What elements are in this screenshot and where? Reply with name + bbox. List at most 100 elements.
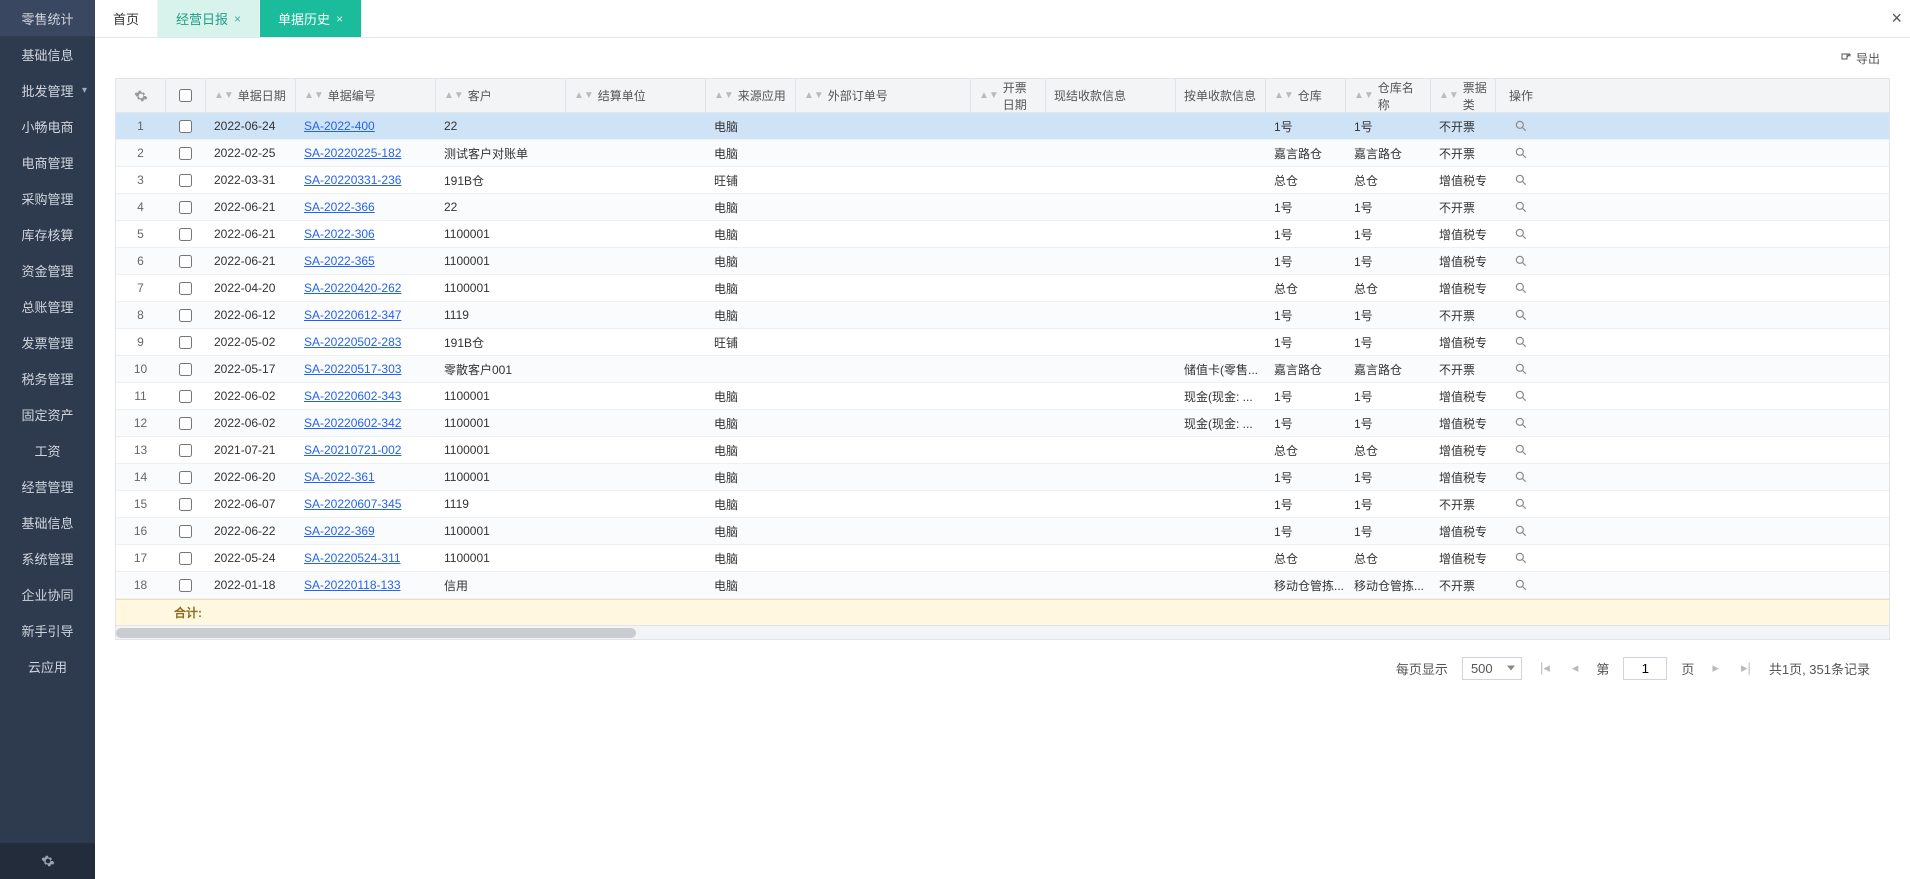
col-bill-info[interactable]: 按单收款信息	[1176, 79, 1266, 112]
sidebar-item-6[interactable]: 库存核算	[0, 216, 95, 252]
table-row[interactable]: 132021-07-21SA-20210721-0021100001电脑总仓总仓…	[116, 437, 1889, 464]
column-settings[interactable]	[116, 79, 166, 112]
search-icon[interactable]	[1514, 443, 1528, 457]
search-icon[interactable]	[1514, 497, 1528, 511]
sidebar-item-3[interactable]: 小畅电商	[0, 108, 95, 144]
table-row[interactable]: 12022-06-24SA-2022-40022电脑1号1号不开票	[116, 113, 1889, 140]
col-unit[interactable]: ▲▼结算单位	[566, 79, 706, 112]
search-icon[interactable]	[1514, 146, 1528, 160]
row-checkbox[interactable]	[179, 228, 192, 241]
search-icon[interactable]	[1514, 335, 1528, 349]
row-checkbox[interactable]	[179, 579, 192, 592]
doc-link[interactable]: SA-20220607-345	[304, 497, 401, 511]
sidebar-item-17[interactable]: 新手引导	[0, 612, 95, 648]
row-checkbox[interactable]	[179, 552, 192, 565]
table-row[interactable]: 32022-03-31SA-20220331-236191B仓旺铺总仓总仓增值税…	[116, 167, 1889, 194]
search-icon[interactable]	[1514, 119, 1528, 133]
sidebar-item-10[interactable]: 税务管理	[0, 360, 95, 396]
search-icon[interactable]	[1514, 362, 1528, 376]
tab-doc-history[interactable]: 单据历史×	[260, 0, 362, 37]
row-checkbox[interactable]	[179, 525, 192, 538]
row-checkbox[interactable]	[179, 147, 192, 160]
table-row[interactable]: 122022-06-02SA-20220602-3421100001电脑现金(现…	[116, 410, 1889, 437]
tab-home[interactable]: 首页	[95, 0, 158, 37]
table-row[interactable]: 82022-06-12SA-20220612-3471119电脑1号1号不开票	[116, 302, 1889, 329]
sidebar-item-12[interactable]: 工资	[0, 432, 95, 468]
search-icon[interactable]	[1514, 281, 1528, 295]
row-checkbox[interactable]	[179, 201, 192, 214]
doc-link[interactable]: SA-2022-400	[304, 119, 375, 133]
doc-link[interactable]: SA-20220602-342	[304, 416, 401, 430]
doc-link[interactable]: SA-2022-365	[304, 254, 375, 268]
sidebar-item-11[interactable]: 固定资产	[0, 396, 95, 432]
doc-link[interactable]: SA-2022-306	[304, 227, 375, 241]
table-row[interactable]: 142022-06-20SA-2022-3611100001电脑1号1号增值税专	[116, 464, 1889, 491]
search-icon[interactable]	[1514, 254, 1528, 268]
col-no[interactable]: ▲▼单据编号	[296, 79, 436, 112]
col-date[interactable]: ▲▼单据日期	[206, 79, 296, 112]
sidebar-item-7[interactable]: 资金管理	[0, 252, 95, 288]
col-customer[interactable]: ▲▼客户	[436, 79, 566, 112]
search-icon[interactable]	[1514, 308, 1528, 322]
search-icon[interactable]	[1514, 416, 1528, 430]
col-invoice[interactable]: ▲▼票据类	[1431, 79, 1496, 112]
sidebar-item-5[interactable]: 采购管理	[0, 180, 95, 216]
table-row[interactable]: 162022-06-22SA-2022-3691100001电脑1号1号增值税专	[116, 518, 1889, 545]
search-icon[interactable]	[1514, 551, 1528, 565]
row-checkbox[interactable]	[179, 174, 192, 187]
sidebar-item-13[interactable]: 经营管理	[0, 468, 95, 504]
row-checkbox[interactable]	[179, 120, 192, 133]
doc-link[interactable]: SA-20220602-343	[304, 389, 401, 403]
table-row[interactable]: 22022-02-25SA-20220225-182测试客户对账单电脑嘉言路仓嘉…	[116, 140, 1889, 167]
table-row[interactable]: 152022-06-07SA-20220607-3451119电脑1号1号不开票	[116, 491, 1889, 518]
perpage-select[interactable]: 500	[1462, 657, 1522, 680]
row-checkbox[interactable]	[179, 471, 192, 484]
last-page-button[interactable]: ▸|	[1737, 660, 1755, 676]
row-checkbox[interactable]	[179, 363, 192, 376]
col-source[interactable]: ▲▼来源应用	[706, 79, 796, 112]
doc-link[interactable]: SA-20210721-002	[304, 443, 401, 457]
search-icon[interactable]	[1514, 173, 1528, 187]
page-input[interactable]	[1623, 657, 1667, 680]
table-row[interactable]: 62022-06-21SA-2022-3651100001电脑1号1号增值税专	[116, 248, 1889, 275]
next-page-button[interactable]: ▸	[1708, 660, 1723, 676]
row-checkbox[interactable]	[179, 444, 192, 457]
doc-link[interactable]: SA-20220524-311	[304, 551, 401, 565]
sidebar-item-15[interactable]: 系统管理	[0, 540, 95, 576]
col-warehouse[interactable]: ▲▼仓库	[1266, 79, 1346, 112]
search-icon[interactable]	[1514, 227, 1528, 241]
search-icon[interactable]	[1514, 389, 1528, 403]
sidebar-item-16[interactable]: 企业协同	[0, 576, 95, 612]
sidebar-item-1[interactable]: 基础信息	[0, 36, 95, 72]
select-all-checkbox[interactable]	[179, 89, 192, 102]
col-cash-info[interactable]: 现结收款信息	[1046, 79, 1176, 112]
doc-link[interactable]: SA-2022-366	[304, 200, 375, 214]
row-checkbox[interactable]	[179, 498, 192, 511]
horizontal-scrollbar[interactable]	[115, 626, 1890, 640]
search-icon[interactable]	[1514, 578, 1528, 592]
table-row[interactable]: 112022-06-02SA-20220602-3431100001电脑现金(现…	[116, 383, 1889, 410]
doc-link[interactable]: SA-20220331-236	[304, 173, 401, 187]
row-checkbox[interactable]	[179, 309, 192, 322]
col-ext-order[interactable]: ▲▼外部订单号	[796, 79, 971, 112]
sidebar-item-2[interactable]: 批发管理▾	[0, 72, 95, 108]
table-row[interactable]: 172022-05-24SA-20220524-3111100001电脑总仓总仓…	[116, 545, 1889, 572]
row-checkbox[interactable]	[179, 255, 192, 268]
search-icon[interactable]	[1514, 524, 1528, 538]
sidebar-item-8[interactable]: 总账管理	[0, 288, 95, 324]
table-row[interactable]: 42022-06-21SA-2022-36622电脑1号1号不开票	[116, 194, 1889, 221]
table-row[interactable]: 102022-05-17SA-20220517-303零散客户001储值卡(零售…	[116, 356, 1889, 383]
sidebar-item-0[interactable]: 零售统计	[0, 0, 95, 36]
row-checkbox[interactable]	[179, 336, 192, 349]
sidebar-settings[interactable]	[0, 843, 95, 879]
table-row[interactable]: 52022-06-21SA-2022-3061100001电脑1号1号增值税专	[116, 221, 1889, 248]
row-checkbox[interactable]	[179, 390, 192, 403]
search-icon[interactable]	[1514, 200, 1528, 214]
close-icon[interactable]: ×	[234, 12, 241, 26]
doc-link[interactable]: SA-2022-369	[304, 524, 375, 538]
sidebar-item-9[interactable]: 发票管理	[0, 324, 95, 360]
table-row[interactable]: 182022-01-18SA-20220118-133信用电脑移动仓管拣...移…	[116, 572, 1889, 599]
search-icon[interactable]	[1514, 470, 1528, 484]
export-button[interactable]: 导出	[1840, 50, 1880, 67]
sidebar-item-14[interactable]: 基础信息	[0, 504, 95, 540]
